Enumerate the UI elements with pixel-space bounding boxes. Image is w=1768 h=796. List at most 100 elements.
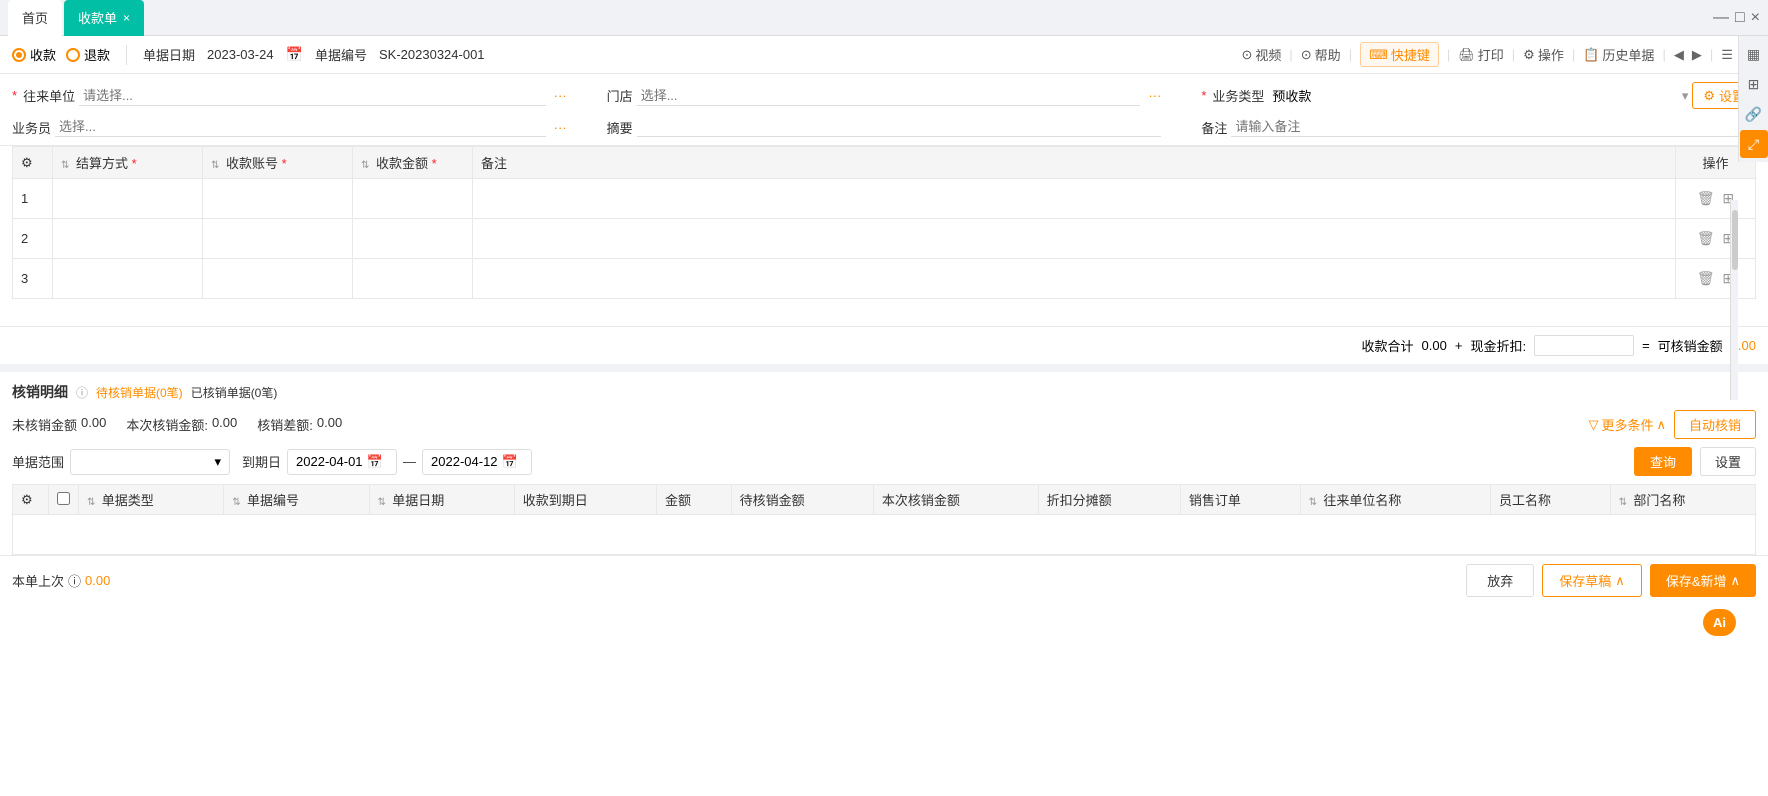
table-row: 3 🗑 ⊞ — [13, 259, 1756, 299]
row2-delete-icon[interactable]: 🗑 — [1697, 230, 1715, 246]
partner-input[interactable] — [79, 86, 546, 106]
sidebar-icon-1[interactable]: ▦ — [1740, 40, 1768, 68]
calendar-icon[interactable]: 📅 — [286, 46, 303, 63]
operation-btn[interactable]: ⚙ 操作 — [1523, 45, 1564, 64]
writeoff-settings-button[interactable]: 设置 — [1700, 447, 1756, 476]
col-account-header[interactable]: ⇅ 收款账号 * — [203, 147, 353, 179]
bottom-col-checkbox[interactable] — [49, 485, 79, 515]
discount-input[interactable] — [1534, 335, 1634, 356]
row1-remark[interactable] — [473, 179, 1676, 219]
more-conditions-btn[interactable]: ▽ 更多条件 ∧ — [1588, 415, 1666, 434]
layout-icon[interactable]: ☰ — [1721, 47, 1733, 63]
tab-home[interactable]: 首页 — [8, 0, 62, 36]
row3-remark[interactable] — [473, 259, 1676, 299]
sidebar-icon-4[interactable]: ⤢ — [1740, 130, 1768, 158]
number-value: SK-20230324-001 — [379, 47, 485, 62]
print-btn[interactable]: 🖨 打印 — [1458, 45, 1504, 64]
bottom-col-number[interactable]: ⇅ 单据编号 — [224, 485, 369, 515]
history-btn[interactable]: 📋 历史单据 — [1583, 45, 1654, 64]
date-to-input[interactable]: 2022-04-12 📅 — [422, 449, 532, 475]
current-value: 0.00 — [212, 415, 237, 434]
row2-amount[interactable] — [353, 219, 473, 259]
row2-settlement[interactable] — [53, 219, 203, 259]
bottom-col-type[interactable]: ⇅ 单据类型 — [79, 485, 224, 515]
row3-settlement[interactable] — [53, 259, 203, 299]
staff-input[interactable] — [55, 117, 546, 137]
tab-receipt[interactable]: 收款单 × — [64, 0, 144, 36]
sidebar-icon-2[interactable]: ⊞ — [1740, 70, 1768, 98]
summary-label: 摘要 — [607, 118, 633, 137]
bottom-col-dept[interactable]: ⇅ 部门名称 — [1610, 485, 1755, 515]
window-minimize-btn[interactable]: — — [1713, 9, 1729, 27]
nav-prev-icon[interactable]: ◀ — [1674, 47, 1684, 63]
help-btn[interactable]: ⊙ 帮助 — [1301, 45, 1341, 64]
bottom-col-pending[interactable]: 待核销金额 — [731, 485, 873, 515]
bottom-col-amount[interactable]: 金额 — [657, 485, 732, 515]
bottom-col-date[interactable]: ⇅ 单据日期 — [369, 485, 514, 515]
scrollbar-thumb[interactable] — [1732, 210, 1738, 270]
window-restore-btn[interactable]: □ — [1735, 9, 1745, 27]
current-label: 本次核销金额: — [126, 415, 208, 434]
col-remark-header[interactable]: 备注 — [473, 147, 1676, 179]
row3-delete-icon[interactable]: 🗑 — [1697, 270, 1715, 286]
date-to-value: 2022-04-12 — [431, 454, 498, 469]
auto-writeoff-button[interactable]: 自动核销 — [1674, 410, 1756, 439]
writeoff-info-icon[interactable]: ⓘ — [76, 384, 88, 401]
bottom-col-partner[interactable]: ⇅ 往来单位名称 — [1300, 485, 1490, 515]
bottom-col-current[interactable]: 本次核销金额 — [873, 485, 1038, 515]
tab-close-icon[interactable]: × — [123, 11, 130, 25]
date-from-input[interactable]: 2022-04-01 📅 — [287, 449, 397, 475]
row1-amount[interactable] — [353, 179, 473, 219]
bottom-table-wrap: ⚙ ⇅ 单据类型 ⇅ 单据编号 ⇅ 单据日期 — [0, 484, 1768, 555]
video-btn[interactable]: ⊙ 视频 — [1241, 45, 1281, 64]
writeoff-stats: 未核销金额 0.00 本次核销金额: 0.00 核销差额: 0.00 ▽ 更多条… — [12, 410, 1756, 439]
bottom-col-staff[interactable]: 员工名称 — [1490, 485, 1610, 515]
unchecked-stat: 未核销金额 0.00 — [12, 415, 106, 434]
summary-input[interactable] — [637, 117, 1162, 137]
partner-more-icon[interactable]: ··· — [554, 88, 567, 103]
window-close-btn[interactable]: × — [1751, 9, 1760, 27]
staff-more-icon[interactable]: ··· — [554, 120, 567, 135]
operation-icon: ⚙ — [1523, 47, 1535, 63]
col-account-label: 收款账号 — [226, 156, 278, 171]
done-tab[interactable]: 已核销单据(0笔) — [191, 384, 278, 401]
sidebar-icon-3[interactable]: 🔗 — [1740, 100, 1768, 128]
save-new-button[interactable]: 保存&新增 ∧ — [1650, 564, 1756, 597]
discard-button[interactable]: 放弃 — [1466, 564, 1534, 597]
row1-settlement[interactable] — [53, 179, 203, 219]
bottom-col-discount[interactable]: 折扣分摊额 — [1038, 485, 1180, 515]
col-amount-header[interactable]: ⇅ 收款金额 * — [353, 147, 473, 179]
col-gear-header[interactable]: ⚙ — [13, 147, 53, 179]
range-select[interactable]: ▾ — [70, 449, 230, 475]
biz-type-select[interactable]: 预收款 ▾ — [1268, 84, 1688, 107]
save-draft-button[interactable]: 保存草稿 ∧ — [1542, 564, 1642, 597]
row2-remark[interactable] — [473, 219, 1676, 259]
nav-next-icon[interactable]: ▶ — [1692, 47, 1702, 63]
footer-info-icon[interactable]: ⓘ — [68, 571, 81, 590]
row2-account[interactable] — [203, 219, 353, 259]
shortcut-btn[interactable]: ⌨ 快捷键 — [1360, 42, 1439, 67]
bottom-col-due-date[interactable]: 收款到期日 — [514, 485, 656, 515]
scrollbar[interactable] — [1730, 200, 1738, 400]
bottom-col-gear[interactable]: ⚙ — [13, 485, 49, 515]
remark-input[interactable] — [1231, 117, 1756, 137]
query-button[interactable]: 查询 — [1634, 447, 1692, 476]
row3-account[interactable] — [203, 259, 353, 299]
range-field: 单据范围 ▾ — [12, 449, 230, 475]
save-new-caret-icon: ∧ — [1730, 573, 1740, 589]
pending-tab[interactable]: 待核销单据(0笔) — [96, 384, 183, 401]
ai-badge[interactable]: Ai — [1703, 609, 1736, 636]
row1-delete-icon[interactable]: 🗑 — [1697, 190, 1715, 206]
store-input[interactable] — [637, 86, 1141, 106]
row3-amount[interactable] — [353, 259, 473, 299]
radio-receipt[interactable]: 收款 — [12, 45, 56, 64]
select-all-checkbox[interactable] — [57, 492, 70, 505]
bottom-col-sales-order[interactable]: 销售订单 — [1180, 485, 1300, 515]
store-more-icon[interactable]: ··· — [1148, 88, 1161, 103]
total-value: 0.00 — [1422, 338, 1447, 353]
col-settlement-header[interactable]: ⇅ 结算方式 * — [53, 147, 203, 179]
row1-account[interactable] — [203, 179, 353, 219]
form-row-2: 业务员 ··· 摘要 备注 — [12, 117, 1756, 137]
table-row: 1 🗑 ⊞ — [13, 179, 1756, 219]
radio-refund[interactable]: 退款 — [66, 45, 110, 64]
